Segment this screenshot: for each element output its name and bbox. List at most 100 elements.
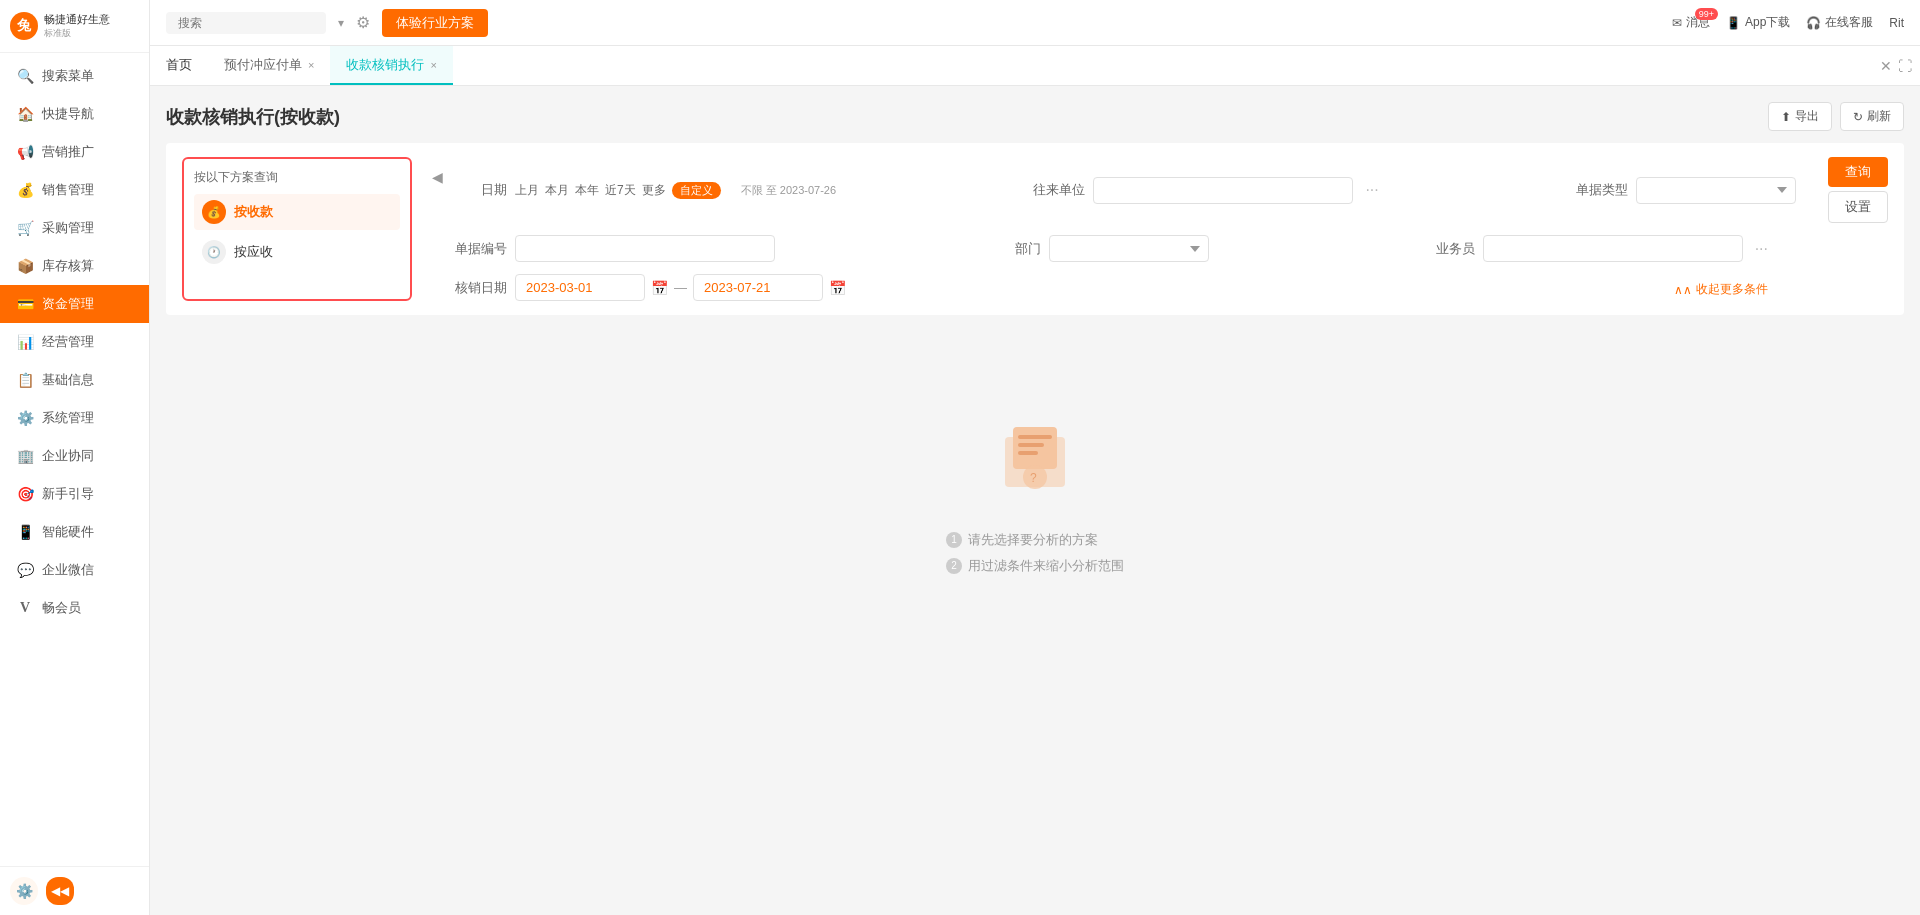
calendar-start-icon[interactable]: 📅: [651, 280, 668, 296]
app-logo: 兔 畅捷通好生意 标准版: [0, 0, 149, 53]
counterpart-dots-icon[interactable]: ···: [1365, 181, 1378, 199]
chevron-up-icon: ∧∧: [1674, 283, 1692, 297]
date-more[interactable]: 更多: [642, 182, 666, 199]
page-actions: ⬆ 导出 ↻ 刷新: [1768, 102, 1904, 131]
svg-rect-2: [1018, 435, 1052, 439]
user-name[interactable]: Rit: [1889, 16, 1904, 30]
sidebar-menu: 🔍 搜索菜单 🏠 快捷导航 📢 营销推广 💰 销售管理 🛒 采购管理 📦 库存核…: [0, 53, 149, 866]
sidebar-item-member[interactable]: V 畅会员: [0, 589, 149, 627]
wechat-icon: 💬: [16, 561, 34, 579]
logo-text: 畅捷通好生意 标准版: [44, 12, 110, 39]
date-this-year[interactable]: 本年: [575, 182, 599, 199]
sidebar-item-marketing[interactable]: 📢 营销推广: [0, 133, 149, 171]
tab-close-icon[interactable]: ✕: [1880, 58, 1892, 74]
sidebar-item-search-menu[interactable]: 🔍 搜索菜单: [0, 57, 149, 95]
settings-icon[interactable]: ⚙️: [10, 877, 38, 905]
settings-button[interactable]: 设置: [1828, 191, 1888, 223]
marketing-icon: 📢: [16, 143, 34, 161]
sidebar-item-inventory[interactable]: 📦 库存核算: [0, 247, 149, 285]
empty-step-1: 1 请先选择要分析的方案: [946, 527, 1124, 553]
tab-receivable-close[interactable]: ×: [430, 59, 436, 71]
sidebar-item-system[interactable]: ⚙️ 系统管理: [0, 399, 149, 437]
enterprise-icon: 🏢: [16, 447, 34, 465]
export-icon: ⬆: [1781, 110, 1791, 124]
empty-step-2: 2 用过滤条件来缩小分析范围: [946, 553, 1124, 579]
tab-receivable[interactable]: 收款核销执行 ×: [330, 46, 452, 85]
refresh-button[interactable]: ↻ 刷新: [1840, 102, 1904, 131]
date-custom-badge[interactable]: 自定义: [672, 182, 721, 199]
quick-nav-icon: 🏠: [16, 105, 34, 123]
collapse-more: ∧∧ 收起更多条件: [1175, 281, 1768, 298]
verify-date-end[interactable]: 2023-07-21: [693, 274, 823, 301]
verify-date-start[interactable]: 2023-03-01: [515, 274, 645, 301]
sidebar-item-purchase[interactable]: 🛒 采购管理: [0, 209, 149, 247]
topbar-search-input[interactable]: [166, 12, 326, 34]
filter-option-by-receivable[interactable]: 🕐 按应收: [194, 234, 400, 270]
sidebar-item-hardware[interactable]: 📱 智能硬件: [0, 513, 149, 551]
logo-icon: 兔: [10, 12, 38, 40]
tab-expand-icon[interactable]: ⛶: [1898, 58, 1912, 74]
sidebar-item-guide[interactable]: 🎯 新手引导: [0, 475, 149, 513]
inventory-icon: 📦: [16, 257, 34, 275]
counterpart-input[interactable]: [1093, 177, 1353, 204]
sidebar-item-wechat[interactable]: 💬 企业微信: [0, 551, 149, 589]
date-7days[interactable]: 近7天: [605, 182, 636, 199]
date-this-month[interactable]: 本月: [545, 182, 569, 199]
topbar: ▾ ⚙ 体验行业方案 ✉ 消息 99+ 📱 App下载 🎧 在线客服 Rit: [150, 0, 1920, 46]
tab-prepay[interactable]: 预付冲应付单 ×: [208, 46, 330, 85]
topbar-dropdown-icon[interactable]: ▾: [338, 16, 344, 30]
page-title: 收款核销执行(按收款): [166, 105, 340, 129]
purchase-icon: 🛒: [16, 219, 34, 237]
filter-collapse-icon[interactable]: ◀: [428, 165, 447, 189]
filter-option-by-receipt[interactable]: 💰 按收款: [194, 194, 400, 230]
sidebar-item-finance[interactable]: 💳 资金管理: [0, 285, 149, 323]
svg-rect-3: [1018, 443, 1044, 447]
verify-date-range: 2023-03-01 📅 — 2023-07-21 📅: [515, 274, 846, 301]
message-button[interactable]: ✉ 消息 99+: [1672, 14, 1710, 31]
refresh-icon: ↻: [1853, 110, 1863, 124]
voucher-no-input[interactable]: [515, 235, 775, 262]
online-service-button[interactable]: 🎧 在线客服: [1806, 14, 1873, 31]
member-icon: V: [16, 599, 34, 617]
tab-home[interactable]: 首页: [150, 46, 208, 85]
receivable-option-icon: 🕐: [202, 240, 226, 264]
export-button[interactable]: ⬆ 导出: [1768, 102, 1832, 131]
app-download-button[interactable]: 📱 App下载: [1726, 14, 1790, 31]
filter-row-3: 核销日期 2023-03-01 📅 — 2023-07-21 📅 ∧∧: [447, 274, 1888, 301]
sidebar-item-enterprise[interactable]: 🏢 企业协同: [0, 437, 149, 475]
solution-button[interactable]: 体验行业方案: [382, 9, 488, 37]
sidebar-item-basic-info[interactable]: 📋 基础信息: [0, 361, 149, 399]
collapse-more-button[interactable]: ∧∧ 收起更多条件: [1674, 281, 1768, 298]
salesperson-dots-icon[interactable]: ···: [1755, 240, 1768, 258]
empty-illustration: ?: [985, 407, 1085, 507]
tab-prepay-close[interactable]: ×: [308, 59, 314, 71]
filter-scheme-selector: 按以下方案查询 💰 按收款 🕐 按应收: [182, 157, 412, 301]
voucher-type-select[interactable]: [1636, 177, 1796, 204]
dept-select[interactable]: [1049, 235, 1209, 262]
main-area: ▾ ⚙ 体验行业方案 ✉ 消息 99+ 📱 App下载 🎧 在线客服 Rit 首…: [150, 0, 1920, 915]
counterpart-field: 往来单位 ···: [1025, 177, 1378, 204]
voucher-type-field: 单据类型: [1568, 177, 1796, 204]
sidebar-item-sales[interactable]: 💰 销售管理: [0, 171, 149, 209]
query-button[interactable]: 查询: [1828, 157, 1888, 187]
operations-icon: 📊: [16, 333, 34, 351]
tabs-spacer: [453, 46, 1872, 85]
sidebar-item-operations[interactable]: 📊 经营管理: [0, 323, 149, 361]
basic-info-icon: 📋: [16, 371, 34, 389]
sidebar: 兔 畅捷通好生意 标准版 🔍 搜索菜单 🏠 快捷导航 📢 营销推广 💰 销售管理…: [0, 0, 150, 915]
search-menu-icon: 🔍: [16, 67, 34, 85]
tabs-controls: ✕ ⛶: [1872, 46, 1920, 85]
phone-icon: 📱: [1726, 16, 1741, 30]
date-last-month[interactable]: 上月: [515, 182, 539, 199]
filter-row-1: 日期 上月 本月 本年 近7天 更多 自定义 不限 至 2023-07-26: [447, 157, 1888, 223]
sidebar-item-quick-nav[interactable]: 🏠 快捷导航: [0, 95, 149, 133]
sidebar-collapse-button[interactable]: ◀◀: [46, 877, 74, 905]
calendar-end-icon[interactable]: 📅: [829, 280, 846, 296]
tabs-bar: 首页 预付冲应付单 × 收款核销执行 × ✕ ⛶: [150, 46, 1920, 86]
topbar-gear-icon[interactable]: ⚙: [356, 13, 370, 32]
salesperson-field: 业务员 ···: [1415, 235, 1768, 262]
sidebar-bottom: ⚙️ ◀◀: [0, 866, 149, 915]
receipt-option-icon: 💰: [202, 200, 226, 224]
sales-icon: 💰: [16, 181, 34, 199]
salesperson-input[interactable]: [1483, 235, 1743, 262]
